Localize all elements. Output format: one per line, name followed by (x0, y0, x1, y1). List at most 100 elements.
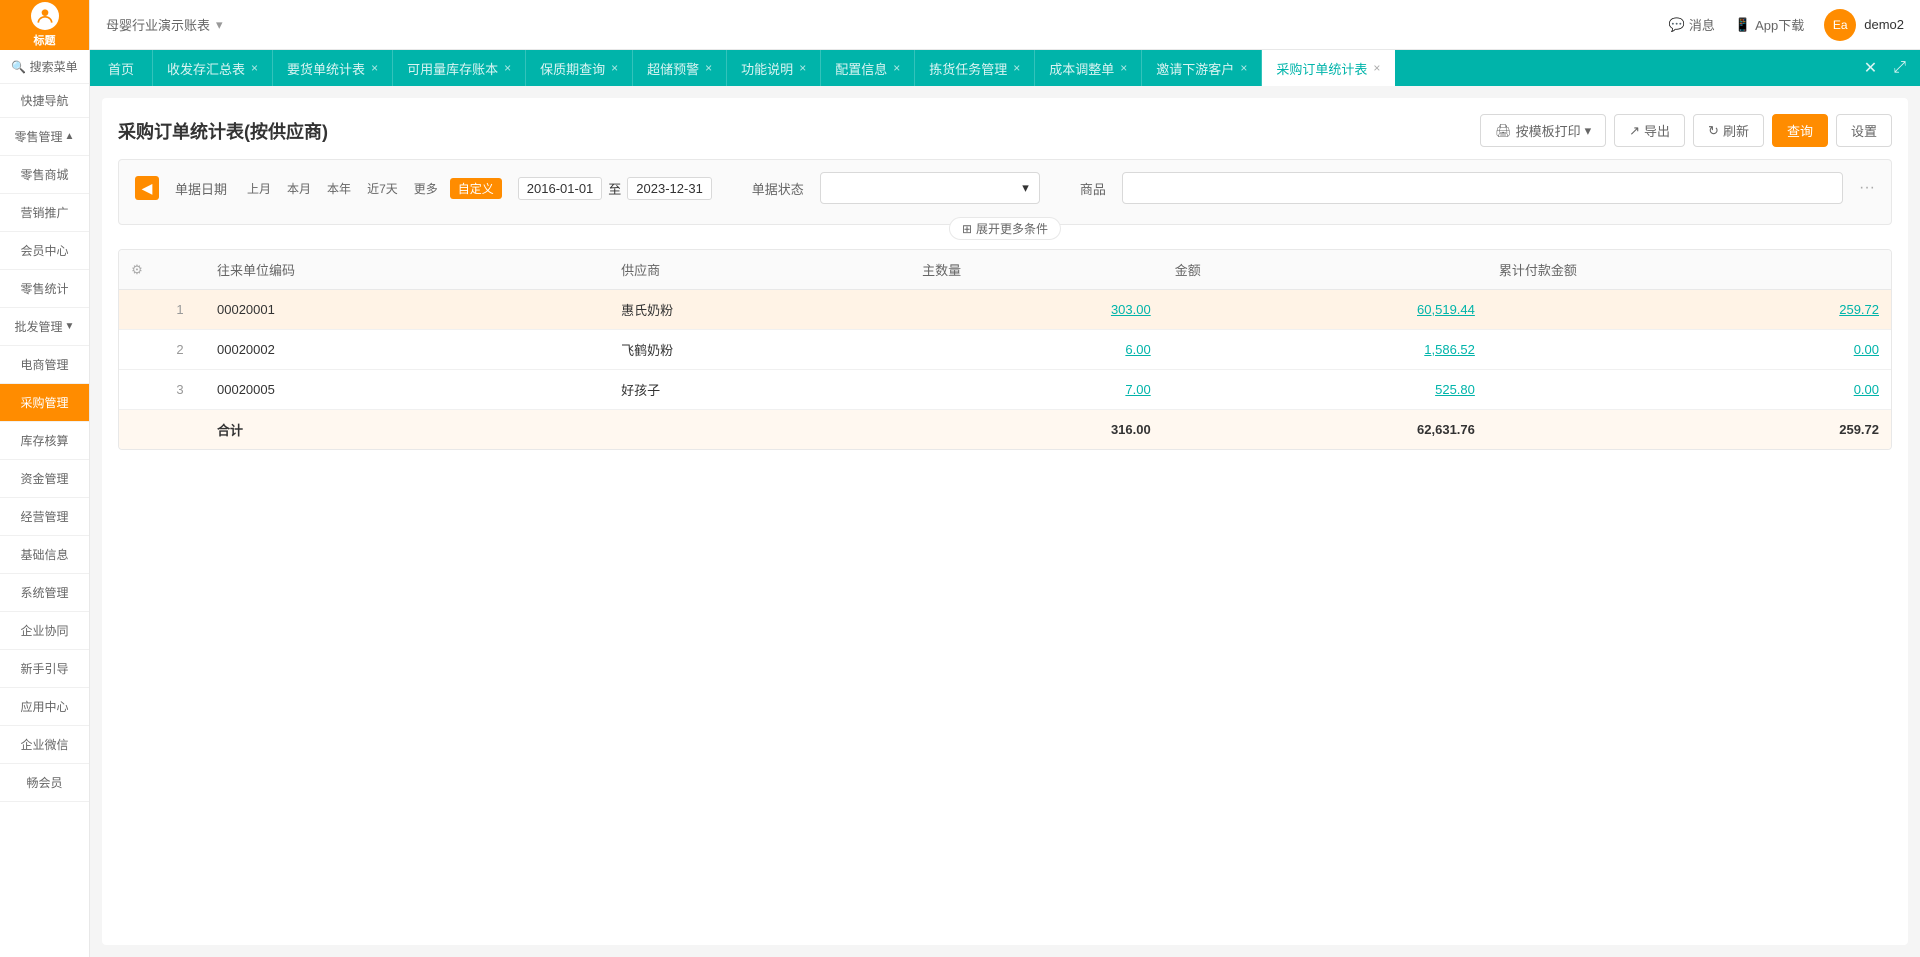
table-row[interactable]: 3 00020005 好孩子 7.00 525.80 0.00 (119, 370, 1891, 410)
sidebar-item-member[interactable]: 会员中心 (0, 232, 89, 270)
column-settings-icon[interactable]: ⚙ (131, 262, 143, 277)
table-header: ⚙ 往来单位编码 供应商 主数量 金额 累计付款金额 (119, 250, 1891, 290)
page-header: 采购订单统计表(按供应商) 🖨 按模板打印 ▾ ↗ 导出 ↻ 刷新 (118, 114, 1892, 147)
sidebar-item-marketing[interactable]: 营销推广 (0, 194, 89, 232)
message-button[interactable]: 💬 消息 (1669, 15, 1715, 34)
sidebar-search[interactable]: 🔍 搜索菜单 (0, 50, 89, 84)
row2-supplier: 飞鹤奶粉 (609, 330, 910, 370)
tab-home[interactable]: 首页 (90, 50, 153, 86)
tab-function-desc[interactable]: 功能说明 × (727, 50, 821, 86)
sidebar-item-basic[interactable]: 基础信息 (0, 536, 89, 574)
date-shortcuts: 上月 本月 本年 近7天 更多 自定义 (243, 178, 502, 199)
status-select[interactable]: ▾ (820, 172, 1040, 204)
tab-invite-downstream[interactable]: 邀请下游客户 × (1142, 50, 1262, 86)
tab-close-collect-pay[interactable]: × (251, 62, 258, 74)
tab-close-purchase-stats[interactable]: × (1373, 62, 1380, 74)
sidebar-item-retail-management[interactable]: 零售管理 ▲ (0, 118, 89, 156)
col-settings: ⚙ (119, 250, 155, 290)
row3-amount[interactable]: 525.80 (1163, 370, 1487, 410)
goods-more-icon[interactable]: ··· (1859, 179, 1875, 197)
sidebar-item-capital[interactable]: 资金管理 (0, 460, 89, 498)
col-unit-code-header: 往来单位编码 (205, 250, 609, 290)
tab-close-invite-downstream[interactable]: × (1240, 62, 1247, 74)
download-icon: 📱 (1735, 17, 1751, 33)
table-row[interactable]: 2 00020002 飞鹤奶粉 6.00 1,586.52 0.00 (119, 330, 1891, 370)
tab-close-function-desc[interactable]: × (799, 62, 806, 74)
sidebar-item-operation[interactable]: 经营管理 (0, 498, 89, 536)
tab-oversupply-warning[interactable]: 超储预警 × (633, 50, 727, 86)
sidebar-item-ecommerce[interactable]: 电商管理 (0, 346, 89, 384)
row1-supplier: 惠氏奶粉 (609, 290, 910, 330)
shortcut-custom[interactable]: 自定义 (450, 178, 502, 199)
tab-bar-end: ✕ ⤢ (1858, 56, 1920, 80)
user-info[interactable]: Ea demo2 (1824, 9, 1904, 41)
row1-quantity[interactable]: 303.00 (910, 290, 1163, 330)
sidebar-item-retail-stats[interactable]: 零售统计 (0, 270, 89, 308)
row1-amount[interactable]: 60,519.44 (1163, 290, 1487, 330)
sidebar-item-newbie[interactable]: 新手引导 (0, 650, 89, 688)
app-download-button[interactable]: 📱 App下载 (1735, 15, 1804, 34)
date-end[interactable]: 2023-12-31 (627, 177, 712, 200)
tab-collect-pay[interactable]: 收发存汇总表 × (153, 50, 273, 86)
refresh-button[interactable]: ↻ 刷新 (1693, 114, 1764, 147)
sidebar-quicknav[interactable]: 快捷导航 (0, 84, 89, 118)
export-button[interactable]: ↗ 导出 (1614, 114, 1685, 147)
sidebar-item-enterprise[interactable]: 企业协同 (0, 612, 89, 650)
print-button[interactable]: 🖨 按模板打印 ▾ (1480, 114, 1606, 147)
tab-pick-task[interactable]: 拣货任务管理 × (915, 50, 1035, 86)
tab-order-stats[interactable]: 要货单统计表 × (273, 50, 393, 86)
sidebar-item-purchase[interactable]: 采购管理 (0, 384, 89, 422)
table-row[interactable]: 1 00020001 惠氏奶粉 303.00 60,519.44 259.72 (119, 290, 1891, 330)
status-label: 单据状态 (752, 179, 804, 198)
account-name: 母婴行业演示账表 (106, 15, 210, 34)
app-logo: 标题 (0, 0, 89, 50)
print-icon: 🖨 (1495, 123, 1512, 139)
tab-close-expiry-query[interactable]: × (611, 62, 618, 74)
sidebar-item-member2[interactable]: 畅会员 (0, 764, 89, 802)
shortcut-last-month[interactable]: 上月 (243, 178, 275, 199)
dropdown-arrow-icon[interactable]: ▾ (216, 17, 223, 33)
row3-quantity[interactable]: 7.00 (910, 370, 1163, 410)
row2-amount[interactable]: 1,586.52 (1163, 330, 1487, 370)
tab-config-info[interactable]: 配置信息 × (821, 50, 915, 86)
tab-close-available-inventory[interactable]: × (504, 62, 511, 74)
shortcut-this-year[interactable]: 本年 (323, 178, 355, 199)
col-supplier-header: 供应商 (609, 250, 910, 290)
expand-button[interactable]: ⊞ 展开更多条件 (949, 217, 1061, 240)
sidebar-item-enterprise-wechat[interactable]: 企业微信 (0, 726, 89, 764)
sidebar-item-retail-mall[interactable]: 零售商城 (0, 156, 89, 194)
shortcut-last-7-days[interactable]: 近7天 (363, 178, 402, 199)
message-icon: 💬 (1669, 17, 1685, 33)
sidebar-item-app-center[interactable]: 应用中心 (0, 688, 89, 726)
date-start[interactable]: 2016-01-01 (518, 177, 603, 200)
tab-available-inventory[interactable]: 可用量库存账本 × (393, 50, 526, 86)
tab-expiry-query[interactable]: 保质期查询 × (526, 50, 633, 86)
row1-paid-amount[interactable]: 259.72 (1487, 290, 1891, 330)
shortcut-more[interactable]: 更多 (410, 178, 442, 199)
tab-close-cost-adjust[interactable]: × (1120, 62, 1127, 74)
tab-close-config-info[interactable]: × (893, 62, 900, 74)
row1-settings (119, 290, 155, 330)
footer-label: 合计 (205, 410, 910, 450)
sidebar-item-wholesale[interactable]: 批发管理 ▼ (0, 308, 89, 346)
filter-toggle-button[interactable]: ◀ (135, 176, 159, 200)
tab-close-oversupply-warning[interactable]: × (705, 62, 712, 74)
row3-paid-amount[interactable]: 0.00 (1487, 370, 1891, 410)
tab-close-pick-task[interactable]: × (1013, 62, 1020, 74)
query-button[interactable]: 查询 (1772, 114, 1828, 147)
tab-cost-adjust[interactable]: 成本调整单 × (1035, 50, 1142, 86)
row2-paid-amount[interactable]: 0.00 (1487, 330, 1891, 370)
tab-close-order-stats[interactable]: × (371, 62, 378, 74)
goods-input[interactable] (1122, 172, 1843, 204)
tab-maximize-button[interactable]: ⤢ (1887, 57, 1912, 79)
shortcut-this-month[interactable]: 本月 (283, 178, 315, 199)
sidebar-item-inventory[interactable]: 库存核算 (0, 422, 89, 460)
settings-button[interactable]: 设置 (1836, 114, 1892, 147)
table-wrapper: ⚙ 往来单位编码 供应商 主数量 金额 累计付款金额 (118, 249, 1892, 450)
sidebar-item-system[interactable]: 系统管理 (0, 574, 89, 612)
tab-close-all-button[interactable]: ✕ (1858, 56, 1883, 80)
tab-purchase-stats[interactable]: 采购订单统计表 × (1262, 50, 1395, 86)
user-name: demo2 (1864, 17, 1904, 32)
footer-amount: 62,631.76 (1163, 410, 1487, 450)
row2-quantity[interactable]: 6.00 (910, 330, 1163, 370)
